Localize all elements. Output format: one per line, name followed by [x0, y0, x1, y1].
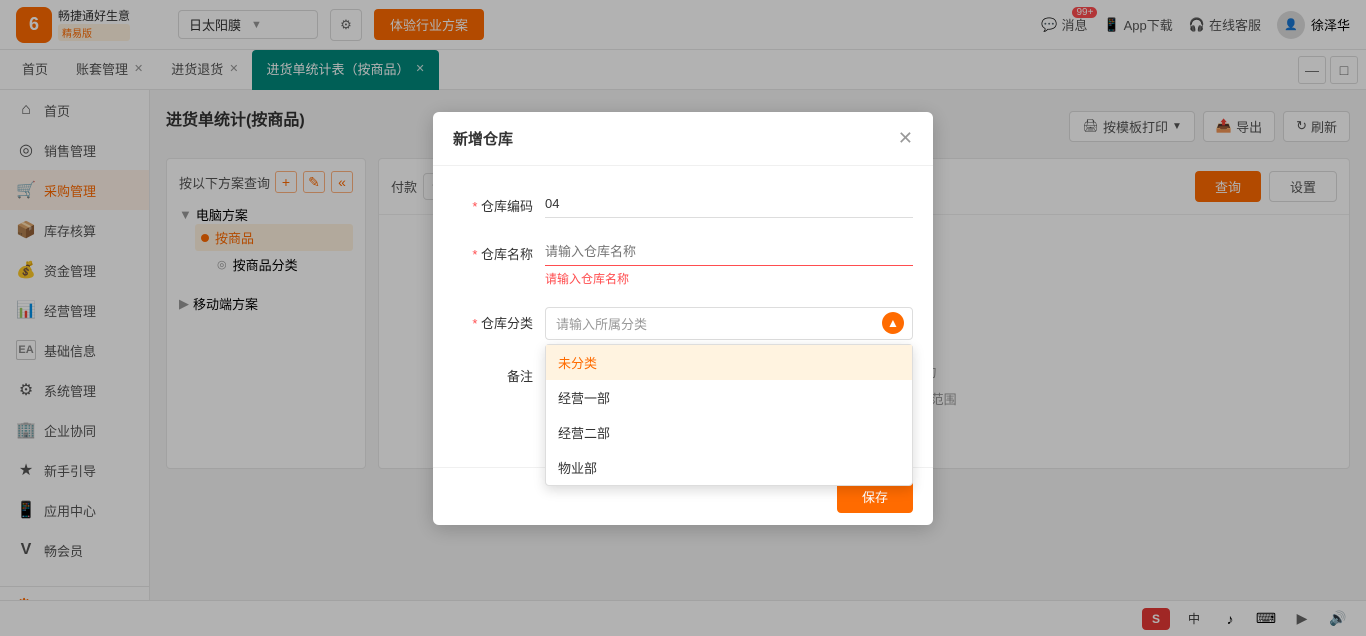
dropdown-item-dept1[interactable]: 经营一部 [546, 380, 912, 415]
warehouse-name-input-wrap: 请输入仓库名称 [545, 238, 913, 287]
dialog-close-button[interactable]: ✕ [898, 128, 913, 149]
warehouse-name-label: 仓库名称 [453, 238, 533, 263]
dialog-body: 仓库编码 仓库名称 请输入仓库名称 仓库分类 请输入所属分类 [433, 166, 933, 467]
warehouse-code-input[interactable] [545, 190, 913, 218]
category-arrow-icon: ▲ [882, 312, 904, 334]
warehouse-category-placeholder: 请输入所属分类 [556, 314, 882, 333]
warehouse-code-row: 仓库编码 [453, 190, 913, 218]
modal-overlay[interactable]: 新增仓库 ✕ 仓库编码 仓库名称 请输入仓库名称 仓库分类 [0, 0, 1366, 636]
note-label: 备注 [453, 360, 533, 385]
warehouse-category-select-wrap: 请输入所属分类 ▲ 未分类 经营一部 经营二部 物业部 [545, 307, 913, 340]
warehouse-code-input-wrap [545, 190, 913, 218]
warehouse-dialog: 新增仓库 ✕ 仓库编码 仓库名称 请输入仓库名称 仓库分类 [433, 112, 933, 525]
warehouse-category-select[interactable]: 请输入所属分类 ▲ [545, 307, 913, 340]
dialog-header: 新增仓库 ✕ [433, 112, 933, 166]
dropdown-item-dept2[interactable]: 经营二部 [546, 415, 912, 450]
category-dropdown: 未分类 经营一部 经营二部 物业部 [545, 344, 913, 486]
dropdown-item-none[interactable]: 未分类 [546, 345, 912, 380]
warehouse-code-label: 仓库编码 [453, 190, 533, 215]
warehouse-category-label: 仓库分类 [453, 307, 533, 332]
warehouse-name-row: 仓库名称 请输入仓库名称 [453, 238, 913, 287]
dialog-title: 新增仓库 [453, 128, 513, 149]
dropdown-item-dept3[interactable]: 物业部 [546, 450, 912, 485]
warehouse-name-input[interactable] [545, 238, 913, 266]
warehouse-name-error: 请输入仓库名称 [545, 270, 913, 287]
warehouse-category-row: 仓库分类 请输入所属分类 ▲ 未分类 经营一部 经营二部 物业部 [453, 307, 913, 340]
